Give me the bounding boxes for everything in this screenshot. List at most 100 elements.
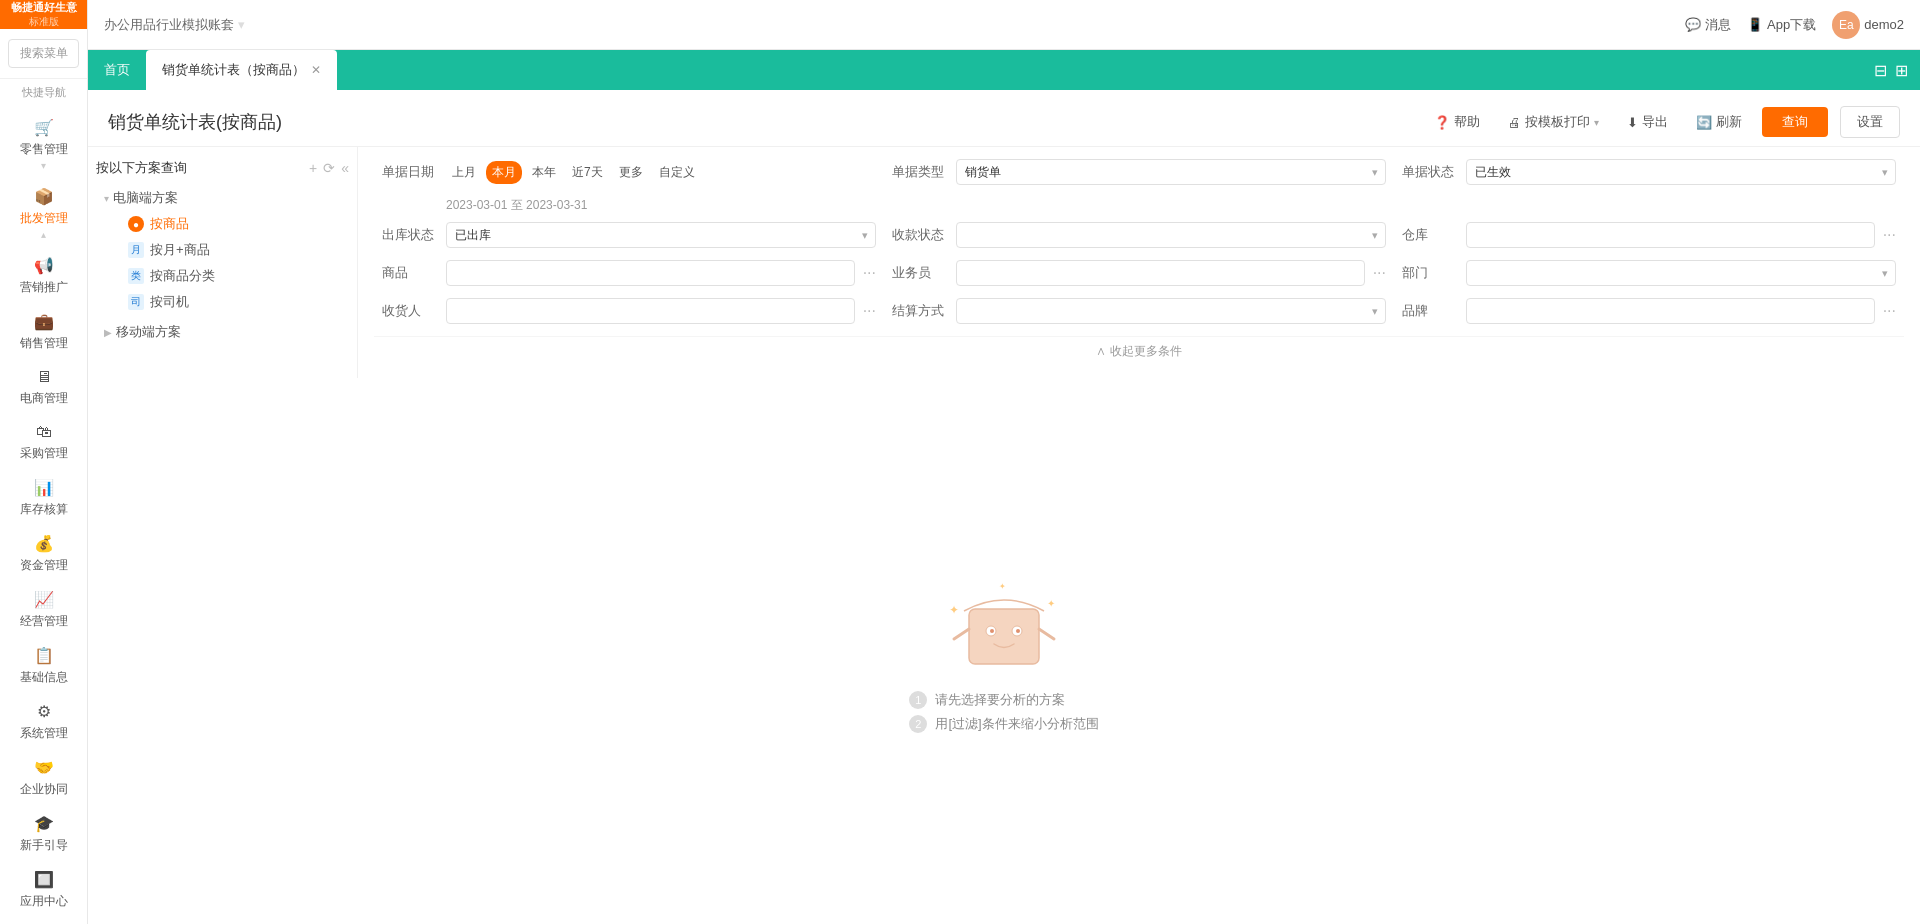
hint-1-text: 请先选择要分析的方案 [935, 691, 1065, 709]
filter-area: 按以下方案查询 + ⟳ « ▾ 电脑端方案 ● 按 [88, 147, 1920, 378]
sidebar: 畅捷通好生意 标准版 搜索菜单 快捷导航 🛒 零售管理 ▾ 📦 批发管理 ▴ 📢… [0, 0, 88, 924]
tab-close-icon[interactable]: ✕ [311, 63, 321, 77]
refresh-btn[interactable]: 🔄 刷新 [1688, 109, 1750, 135]
date-this-month[interactable]: 本月 [486, 161, 522, 184]
sidebar-item-system[interactable]: ⚙ 系统管理 [0, 694, 87, 750]
app-download-btn[interactable]: 📱 App下载 [1747, 16, 1816, 34]
search-menu-button[interactable]: 搜索菜单 [8, 39, 79, 68]
main-area: 办公用品行业模拟账套 ▾ 💬 消息 📱 App下载 Ea demo2 首页 [88, 0, 1920, 924]
warehouse-dots[interactable]: ··· [1883, 226, 1896, 244]
tree-pc-children: ● 按商品 月 按月+商品 类 按商品分类 司 [96, 211, 349, 315]
date-this-year[interactable]: 本年 [526, 161, 562, 184]
sidebar-item-corp[interactable]: 🤝 企业协同 [0, 750, 87, 806]
product-dots[interactable]: ··· [863, 264, 876, 282]
add-scheme-icon[interactable]: + [309, 160, 317, 176]
tree-group-mobile-header[interactable]: ▶ 移动端方案 [96, 319, 349, 345]
tree-item-by-month[interactable]: 月 按月+商品 [120, 237, 349, 263]
filter-row-1: 单据日期 上月 本月 本年 近7天 更多 自定义 [374, 159, 1904, 185]
doc-type-select[interactable]: 销货单 [956, 159, 1386, 185]
date-custom[interactable]: 自定义 [653, 161, 701, 184]
sidebar-item-guide[interactable]: 🎓 新手引导 [0, 806, 87, 862]
guide-icon: 🎓 [34, 814, 54, 833]
ops-icon: 📈 [34, 590, 54, 609]
export-btn[interactable]: ⬇ 导出 [1619, 109, 1676, 135]
sidebar-item-stock-label: 库存核算 [20, 501, 68, 518]
out-status-select[interactable]: 已出库 [446, 222, 876, 248]
sidebar-search[interactable]: 搜索菜单 [0, 29, 87, 79]
settings-button[interactable]: 设置 [1840, 106, 1900, 138]
consignee-dots[interactable]: ··· [863, 302, 876, 320]
finance-icon: 💰 [34, 534, 54, 553]
dept-select[interactable] [1466, 260, 1896, 286]
product-label: 商品 [382, 264, 438, 282]
tree-toggle-pc: ▾ [104, 193, 109, 204]
user-btn[interactable]: Ea demo2 [1832, 11, 1904, 39]
collapse-scheme-icon[interactable]: « [341, 160, 349, 176]
ecom-icon: 🖥 [36, 368, 52, 386]
tab-expand-icon[interactable]: ⊞ [1895, 61, 1908, 80]
payment-select[interactable] [956, 298, 1386, 324]
tabs-bar: 首页 销货单统计表（按商品） ✕ ⊟ ⊞ [88, 50, 1920, 90]
doc-status-select[interactable]: 已生效 [1466, 159, 1896, 185]
consignee-input[interactable] [446, 298, 855, 324]
sidebar-item-purchase[interactable]: 🛍 采购管理 [0, 415, 87, 470]
app-download-label: App下载 [1767, 16, 1816, 34]
sidebar-item-sales[interactable]: 💼 销售管理 [0, 304, 87, 360]
collapse-more-btn[interactable]: ∧ 收起更多条件 [374, 336, 1904, 366]
sidebar-item-finance[interactable]: 💰 资金管理 [0, 526, 87, 582]
workspace-title: 办公用品行业模拟账套 ▾ [104, 16, 245, 34]
sidebar-item-wechat[interactable]: 💬 企业微信 [0, 918, 87, 924]
left-panel-header: 按以下方案查询 + ⟳ « [96, 159, 349, 177]
tree-item-by-cashier[interactable]: 司 按司机 [120, 289, 349, 315]
filter-row-3: 商品 ··· 业务员 ··· 部门 [374, 260, 1904, 286]
sidebar-item-basic[interactable]: 📋 基础信息 [0, 638, 87, 694]
tab-active[interactable]: 销货单统计表（按商品） ✕ [146, 50, 337, 90]
tab-home[interactable]: 首页 [88, 50, 146, 90]
top-header: 办公用品行业模拟账套 ▾ 💬 消息 📱 App下载 Ea demo2 [88, 0, 1920, 50]
print-btn[interactable]: 🖨 按模板打印 ▾ [1500, 109, 1607, 135]
filter-date: 单据日期 上月 本月 本年 近7天 更多 自定义 [374, 161, 884, 184]
doc-type-label: 单据类型 [892, 163, 948, 181]
tab-minimize-icon[interactable]: ⊟ [1874, 61, 1887, 80]
sidebar-item-wholesale-label: 批发管理 [20, 210, 68, 227]
tree-item-by-category[interactable]: 类 按商品分类 [120, 263, 349, 289]
quick-nav-label[interactable]: 快捷导航 [0, 79, 87, 106]
tree-group-pc-header[interactable]: ▾ 电脑端方案 [96, 185, 349, 211]
by-product-label: 按商品 [150, 215, 189, 233]
sidebar-item-purchase-label: 采购管理 [20, 445, 68, 462]
help-btn[interactable]: ❓ 帮助 [1426, 109, 1488, 135]
brand-dots[interactable]: ··· [1883, 302, 1896, 320]
sidebar-item-retail[interactable]: 🛒 零售管理 ▾ [0, 110, 87, 179]
sidebar-item-apps[interactable]: 🔲 应用中心 [0, 862, 87, 918]
salesperson-dots[interactable]: ··· [1373, 264, 1386, 282]
refresh-scheme-icon[interactable]: ⟳ [323, 160, 335, 176]
svg-text:✦: ✦ [1047, 598, 1055, 609]
sidebar-item-stock[interactable]: 📊 库存核算 [0, 470, 87, 526]
system-icon: ⚙ [37, 702, 51, 721]
user-name: demo2 [1864, 17, 1904, 32]
stock-icon: 📊 [34, 478, 54, 497]
sidebar-item-marketing[interactable]: 📢 营销推广 [0, 248, 87, 304]
warehouse-input[interactable] [1466, 222, 1875, 248]
date-7days[interactable]: 近7天 [566, 161, 609, 184]
brand-input[interactable] [1466, 298, 1875, 324]
sidebar-item-wholesale[interactable]: 📦 批发管理 ▴ [0, 179, 87, 248]
date-last-month[interactable]: 上月 [446, 161, 482, 184]
message-btn[interactable]: 💬 消息 [1685, 16, 1731, 34]
date-more[interactable]: 更多 [613, 161, 649, 184]
salesperson-input[interactable] [956, 260, 1365, 286]
sidebar-item-guide-label: 新手引导 [20, 837, 68, 854]
svg-rect-0 [969, 609, 1039, 664]
empty-hint-2: 2 用[过滤]条件来缩小分析范围 [909, 715, 1098, 733]
sidebar-item-retail-label: 零售管理 [20, 141, 68, 158]
sidebar-item-ecom[interactable]: 🖥 电商管理 [0, 360, 87, 415]
filter-consignee: 收货人 ··· [374, 298, 884, 324]
receipt-status-select[interactable] [956, 222, 1386, 248]
sidebar-item-ops[interactable]: 📈 经营管理 [0, 582, 87, 638]
purchase-icon: 🛍 [36, 423, 52, 441]
query-button[interactable]: 查询 [1762, 107, 1828, 137]
retail-icon: 🛒 [34, 118, 54, 137]
tree-item-by-product[interactable]: ● 按商品 [120, 211, 349, 237]
corp-icon: 🤝 [34, 758, 54, 777]
product-input[interactable] [446, 260, 855, 286]
